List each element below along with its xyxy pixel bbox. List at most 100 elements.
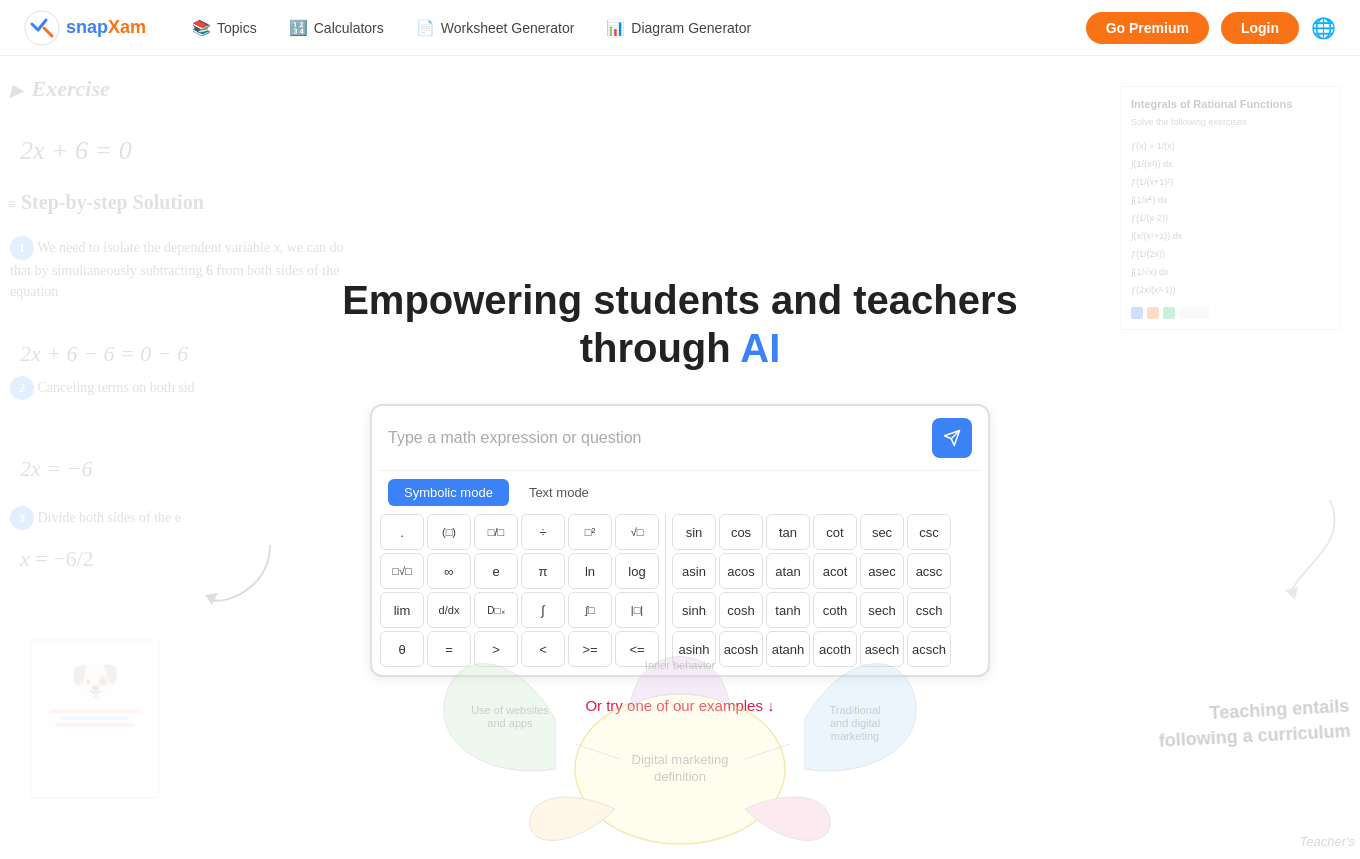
key-theta-sym[interactable]: θ	[380, 631, 424, 667]
key-eq[interactable]: =	[427, 631, 471, 667]
key-nthroot[interactable]: □√□	[380, 553, 424, 589]
key-acoth[interactable]: acoth	[813, 631, 857, 667]
key-tan[interactable]: tan	[766, 514, 810, 550]
key-gt[interactable]: >	[474, 631, 518, 667]
key-e[interactable]: e	[474, 553, 518, 589]
bg-worksheet-subtitle: Solve the following exercises	[1131, 116, 1329, 129]
key-atanh[interactable]: atanh	[766, 631, 810, 667]
bg-arrow-left	[200, 535, 280, 619]
nav-links: 📚 Topics 🔢 Calculators 📄 Worksheet Gener…	[178, 11, 1086, 45]
key-cos[interactable]: cos	[719, 514, 763, 550]
key-sec[interactable]: sec	[860, 514, 904, 550]
hero-section: ▶ Exercise 2x + 6 = 0 ≡ Step-by-step Sol…	[0, 56, 1360, 859]
bg-eq2: 2x + 6 − 6 = 0 − 6	[20, 341, 188, 367]
bg-eq4: x = −6/2	[20, 546, 94, 572]
math-input[interactable]	[388, 429, 924, 447]
svg-text:definition: definition	[654, 769, 706, 784]
key-asin[interactable]: asin	[672, 553, 716, 589]
key-ddx[interactable]: d/dx	[427, 592, 471, 628]
bg-teaching-text: Teaching entails following a curriculum	[1149, 693, 1351, 754]
key-dot[interactable]: .	[380, 514, 424, 550]
mode-keyboard-wrapper: Symbolic mode Text mode . (□) □/□ ÷ □² √…	[372, 470, 988, 675]
key-cosh[interactable]: cosh	[719, 592, 763, 628]
key-asech[interactable]: asech	[860, 631, 904, 667]
hero-title-ai: AI	[740, 326, 780, 370]
nav-topics[interactable]: 📚 Topics	[178, 11, 271, 45]
text-mode-button[interactable]: Text mode	[513, 479, 605, 506]
bg-step1-text: 1 We need to isolate the dependent varia…	[10, 236, 350, 302]
svg-text:and digital: and digital	[830, 717, 880, 729]
key-int[interactable]: ∫	[521, 592, 565, 628]
hero-title-main: Empowering students and teachers	[342, 278, 1018, 322]
svg-point-0	[25, 11, 59, 45]
key-sech[interactable]: sech	[860, 592, 904, 628]
nav-worksheet[interactable]: 📄 Worksheet Generator	[402, 11, 589, 45]
bg-teachers-text: Teacher's	[1300, 834, 1355, 849]
symbolic-mode-button[interactable]: Symbolic mode	[388, 479, 509, 506]
key-pi[interactable]: π	[521, 553, 565, 589]
key-deriv[interactable]: D□ₓ	[474, 592, 518, 628]
key-sinh[interactable]: sinh	[672, 592, 716, 628]
key-gte[interactable]: >=	[568, 631, 612, 667]
keyboard-divider	[665, 514, 666, 667]
bg-eq3: 2x = −6	[20, 456, 92, 482]
key-div[interactable]: ÷	[521, 514, 565, 550]
svg-marker-2	[205, 593, 218, 605]
keyboard-right: sin cos tan cot sec csc asin acos atan a…	[672, 514, 951, 667]
search-input-row	[372, 406, 988, 470]
bg-arrow-right	[1280, 495, 1340, 609]
key-atan[interactable]: atan	[766, 553, 810, 589]
logo[interactable]: snapXam	[24, 10, 146, 46]
nav-worksheet-label: Worksheet Generator	[441, 20, 575, 36]
key-csch[interactable]: csch	[907, 592, 951, 628]
key-frac[interactable]: □/□	[474, 514, 518, 550]
key-defint[interactable]: ∫□	[568, 592, 612, 628]
key-abs[interactable]: |□|	[615, 592, 659, 628]
svg-line-14	[575, 744, 620, 759]
bg-right: Integrals of Rational Functions Solve th…	[1080, 56, 1360, 859]
key-asinh[interactable]: asinh	[672, 631, 716, 667]
hero-title-sub: through	[580, 326, 741, 370]
key-acsch[interactable]: acsch	[907, 631, 951, 667]
key-acos[interactable]: acos	[719, 553, 763, 589]
key-cot[interactable]: cot	[813, 514, 857, 550]
key-tanh[interactable]: tanh	[766, 592, 810, 628]
nav-calculators-label: Calculators	[314, 20, 384, 36]
key-acot[interactable]: acot	[813, 553, 857, 589]
key-acosh[interactable]: acosh	[719, 631, 763, 667]
login-button[interactable]: Login	[1221, 12, 1299, 44]
nav-right: Go Premium Login 🌐	[1086, 12, 1336, 44]
key-lte[interactable]: <=	[615, 631, 659, 667]
nav-diagram-label: Diagram Generator	[631, 20, 751, 36]
key-csc[interactable]: csc	[907, 514, 951, 550]
key-sqrt[interactable]: √□	[615, 514, 659, 550]
key-lt[interactable]: <	[521, 631, 565, 667]
bg-math-left: ▶ Exercise 2x + 6 = 0 ≡ Step-by-step Sol…	[0, 56, 380, 859]
key-inf[interactable]: ∞	[427, 553, 471, 589]
bg-worksheet-title: Integrals of Rational Functions	[1131, 97, 1329, 112]
nav-calculators[interactable]: 🔢 Calculators	[275, 11, 398, 45]
key-log[interactable]: log	[615, 553, 659, 589]
keyboard-left: . (□) □/□ ÷ □² √□ □√□ ∞ e π ln log lim d…	[380, 514, 659, 667]
key-lim[interactable]: lim	[380, 592, 424, 628]
translate-icon[interactable]: 🌐	[1311, 16, 1336, 40]
bg-solution-label: ≡ Step-by-step Solution	[8, 191, 204, 214]
nav-topics-label: Topics	[217, 20, 257, 36]
key-coth[interactable]: coth	[813, 592, 857, 628]
topics-icon: 📚	[192, 19, 211, 37]
key-ln[interactable]: ln	[568, 553, 612, 589]
submit-button[interactable]	[932, 418, 972, 458]
math-keyboard: . (□) □/□ ÷ □² √□ □√□ ∞ e π ln log lim d…	[380, 506, 980, 675]
premium-button[interactable]: Go Premium	[1086, 12, 1209, 44]
svg-line-15	[745, 744, 790, 759]
svg-marker-1	[1285, 587, 1298, 600]
key-acsc[interactable]: acsc	[907, 553, 951, 589]
key-paren[interactable]: (□)	[427, 514, 471, 550]
logo-text: snapXam	[66, 17, 146, 38]
key-sq[interactable]: □²	[568, 514, 612, 550]
diagram-icon: 📊	[606, 19, 625, 37]
nav-diagram[interactable]: 📊 Diagram Generator	[592, 11, 765, 45]
key-sin[interactable]: sin	[672, 514, 716, 550]
key-asec[interactable]: asec	[860, 553, 904, 589]
examples-link[interactable]: Or try one of our examples ↓	[585, 697, 774, 714]
